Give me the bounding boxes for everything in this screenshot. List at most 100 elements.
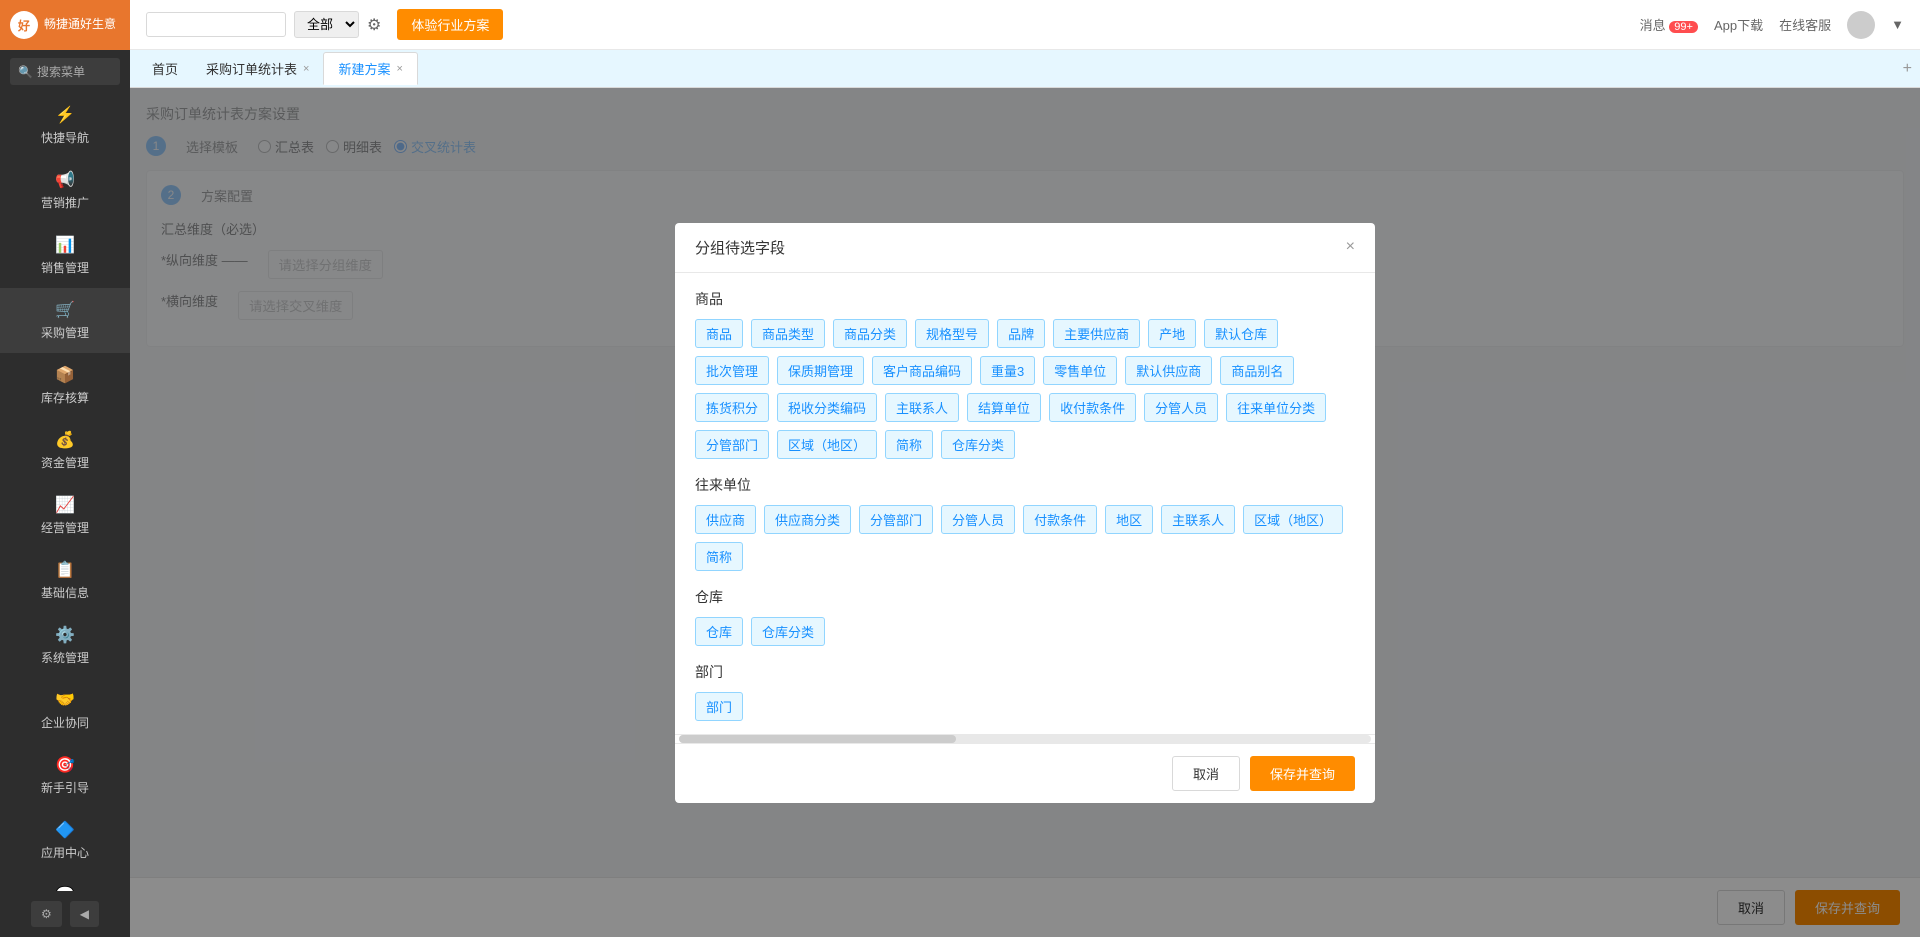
field-tag-manager2[interactable]: 分管人员 [941,505,1015,534]
sidebar-item-system[interactable]: ⚙️ 系统管理 [0,613,130,678]
quick-nav-icon: ⚡ [55,105,75,125]
sidebar-item-finance[interactable]: 💰 资金管理 [0,418,130,483]
field-tag-tax-code[interactable]: 税收分类编码 [777,393,877,422]
field-tag-product-category[interactable]: 商品分类 [833,319,907,348]
field-tag-supplier-category[interactable]: 供应商分类 [764,505,851,534]
field-tag-origin[interactable]: 产地 [1148,319,1196,348]
sidebar-item-label: 企业协同 [41,714,89,731]
modal-overlay: 分组待选字段 × 商品 商品 商品类型 商品分类 规格型号 [130,88,1920,937]
sidebar-menu: ⚡ 快捷导航 📢 营销推广 📊 销售管理 🛒 采购管理 📦 库存核算 💰 [0,93,130,891]
field-tag-warehouse[interactable]: 仓库 [695,617,743,646]
field-tag-supplier[interactable]: 供应商 [695,505,756,534]
sidebar-item-collab[interactable]: 🤝 企业协同 [0,678,130,743]
field-tag-dept2[interactable]: 分管部门 [859,505,933,534]
tabs-bar: 首页 采购订单统计表 × 新建方案 × + [130,50,1920,88]
sidebar-item-operation[interactable]: 📈 经营管理 [0,483,130,548]
field-tag-picking-score[interactable]: 拣货积分 [695,393,769,422]
hscroll-thumb[interactable] [679,735,956,743]
field-tag-short-name[interactable]: 简称 [885,430,933,459]
collapse-button[interactable]: ◀ [70,901,99,927]
field-tag-warehouse-category[interactable]: 仓库分类 [941,430,1015,459]
guide-icon: 🎯 [55,755,75,775]
tab-purchase-close-icon[interactable]: × [303,63,309,75]
field-tag-batch[interactable]: 批次管理 [695,356,769,385]
field-tag-customer-code[interactable]: 客户商品编码 [872,356,972,385]
field-tag-manager[interactable]: 分管人员 [1144,393,1218,422]
sidebar-item-inventory[interactable]: 📦 库存核算 [0,353,130,418]
sidebar-item-marketing[interactable]: 📢 营销推广 [0,158,130,223]
field-tag-product[interactable]: 商品 [695,319,743,348]
field-tag-quality[interactable]: 保质期管理 [777,356,864,385]
field-tag-spec[interactable]: 规格型号 [915,319,989,348]
modal: 分组待选字段 × 商品 商品 商品类型 商品分类 规格型号 [675,223,1375,803]
online-service-label[interactable]: 在线客服 [1779,15,1831,34]
section-department: 部门 部门 [695,662,1355,721]
sidebar-item-sales[interactable]: 📊 销售管理 [0,223,130,288]
field-tag-main-supplier[interactable]: 主要供应商 [1053,319,1140,348]
field-tag-department[interactable]: 部门 [695,692,743,721]
field-tag-partner-category[interactable]: 往来单位分类 [1226,393,1326,422]
header-dropdown[interactable]: 全部 [294,11,359,38]
sidebar-item-label: 销售管理 [41,259,89,276]
field-tag-region2[interactable]: 区域（地区） [1243,505,1343,534]
section-product-title: 商品 [695,289,1355,309]
tab-new-scheme[interactable]: 新建方案 × [323,52,417,85]
gear-icon[interactable]: ⚙ [367,15,381,35]
header: 全部 ⚙ 体验行业方案 消息 99+ App下载 在线客服 ▼ [130,0,1920,50]
user-menu-icon[interactable]: ▼ [1891,17,1904,32]
modal-footer: 取消 保存并查询 [675,743,1375,803]
sidebar-item-label: 资金管理 [41,454,89,471]
field-tag-warehouse-cat[interactable]: 仓库分类 [751,617,825,646]
sidebar-item-purchase[interactable]: 🛒 采购管理 [0,288,130,353]
tabs-more-icon[interactable]: + [1903,60,1912,78]
field-tag-retail-unit[interactable]: 零售单位 [1043,356,1117,385]
message-label[interactable]: 消息 99+ [1640,15,1698,34]
field-tag-main-contact2[interactable]: 主联系人 [1161,505,1235,534]
header-input-wrap: 全部 ⚙ [146,11,381,38]
tab-new-scheme-close-icon[interactable]: × [396,63,402,75]
sidebar-item-label: 库存核算 [41,389,89,406]
field-tag-short-name2[interactable]: 简称 [695,542,743,571]
finance-icon: 💰 [55,430,75,450]
field-tag-brand[interactable]: 品牌 [997,319,1045,348]
tab-purchase-stats[interactable]: 采购订单统计表 × [192,53,323,84]
page-content: 采购订单统计表方案设置 1 选择模板 汇总表 明细表 交叉统计表 [130,88,1920,937]
field-tag-product-type[interactable]: 商品类型 [751,319,825,348]
field-tag-payment-cond[interactable]: 付款条件 [1023,505,1097,534]
modal-cancel-button[interactable]: 取消 [1172,756,1240,791]
sidebar-bottom: ⚙ ◀ [0,891,130,937]
field-tag-payment-terms[interactable]: 收付款条件 [1049,393,1136,422]
field-tag-area[interactable]: 地区 [1105,505,1153,534]
tab-new-scheme-label: 新建方案 [338,59,390,78]
section-warehouse-fields: 仓库 仓库分类 [695,617,1355,646]
experience-plan-button[interactable]: 体验行业方案 [397,9,503,40]
app-download-label[interactable]: App下载 [1714,15,1763,34]
field-tag-default-supplier[interactable]: 默认供应商 [1125,356,1212,385]
sidebar-item-quick-nav[interactable]: ⚡ 快捷导航 [0,93,130,158]
field-tag-weight[interactable]: 重量3 [980,356,1035,385]
field-tag-default-warehouse[interactable]: 默认仓库 [1204,319,1278,348]
field-tag-region[interactable]: 区域（地区） [777,430,877,459]
field-tag-settlement-unit[interactable]: 结算单位 [967,393,1041,422]
field-tag-main-contact[interactable]: 主联系人 [885,393,959,422]
sidebar-item-app-center[interactable]: 🔷 应用中心 [0,808,130,873]
settings-bottom-button[interactable]: ⚙ [31,901,62,927]
modal-body[interactable]: 商品 商品 商品类型 商品分类 规格型号 品牌 主要供应商 产地 默认仓库 批次… [675,273,1375,734]
sidebar-item-label: 快捷导航 [41,129,89,146]
sidebar-item-label: 新手引导 [41,779,89,796]
sidebar: 好 畅捷通好生意 🔍 搜索菜单 ⚡ 快捷导航 📢 营销推广 📊 销售管理 [0,0,130,937]
section-product: 商品 商品 商品类型 商品分类 规格型号 品牌 主要供应商 产地 默认仓库 批次… [695,289,1355,459]
field-tag-dept[interactable]: 分管部门 [695,430,769,459]
tab-home[interactable]: 首页 [138,53,192,84]
sidebar-item-basic[interactable]: 📋 基础信息 [0,548,130,613]
sidebar-item-wechat[interactable]: 💬 企业微信 [0,873,130,891]
header-search-input[interactable] [146,12,286,37]
user-avatar[interactable] [1847,11,1875,39]
marketing-icon: 📢 [55,170,75,190]
field-tag-product-alias[interactable]: 商品别名 [1220,356,1294,385]
modal-horizontal-scrollbar[interactable] [675,734,1375,743]
search-menu-button[interactable]: 🔍 搜索菜单 [10,58,120,85]
modal-close-button[interactable]: × [1346,238,1355,256]
modal-save-button[interactable]: 保存并查询 [1250,756,1355,791]
sidebar-item-guide[interactable]: 🎯 新手引导 [0,743,130,808]
